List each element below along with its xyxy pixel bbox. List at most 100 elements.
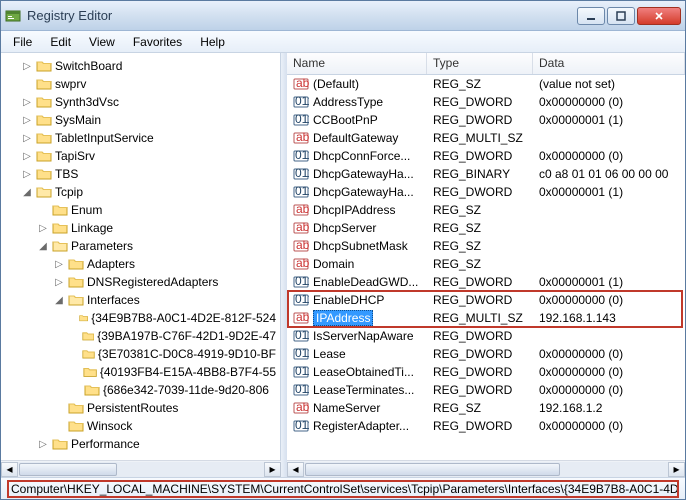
tree-node[interactable]: ◢ Interfaces	[1, 291, 280, 309]
tree-node[interactable]: {3E70381C-D0C8-4919-9D10-BF	[1, 345, 280, 363]
expander-icon[interactable]: ▷	[21, 133, 33, 144]
value-row[interactable]: 011EnableDHCPREG_DWORD0x00000000 (0)	[287, 291, 685, 309]
tree-node[interactable]: ◢ Parameters	[1, 237, 280, 255]
tree-node[interactable]: Enum	[1, 201, 280, 219]
tree-node[interactable]: swprv	[1, 75, 280, 93]
tree-node[interactable]: ▷ Linkage	[1, 219, 280, 237]
value-row[interactable]: 011LeaseObtainedTi...REG_DWORD0x00000000…	[287, 363, 685, 381]
expander-icon[interactable]: ◢	[37, 241, 49, 252]
binary-value-icon: 011	[293, 328, 309, 344]
tree-node[interactable]: ▷ TBS	[1, 165, 280, 183]
scroll-left-button[interactable]: ◂	[287, 462, 304, 477]
tree-panel[interactable]: ▷ SwitchBoard swprv▷ Synth3dVsc▷ SysMain…	[1, 53, 281, 477]
value-row[interactable]: 011LeaseREG_DWORD0x00000000 (0)	[287, 345, 685, 363]
tree-node-label: SysMain	[55, 113, 105, 127]
value-row[interactable]: 011IsServerNapAwareREG_DWORD	[287, 327, 685, 345]
string-value-icon: ab	[293, 220, 309, 236]
scroll-left-button[interactable]: ◂	[1, 462, 18, 477]
value-row[interactable]: abDhcpIPAddressREG_SZ	[287, 201, 685, 219]
tree-node[interactable]: ▷ Performance	[1, 435, 280, 453]
scroll-track[interactable]	[18, 462, 264, 477]
expander-icon[interactable]: ▷	[37, 223, 49, 234]
tree-node-label: Winsock	[87, 419, 136, 433]
tree-node[interactable]: ▷ Adapters	[1, 255, 280, 273]
expander-icon[interactable]: ▷	[53, 259, 65, 270]
tree-node-label: Adapters	[87, 257, 139, 271]
value-row[interactable]: 011EnableDeadGWD...REG_DWORD0x00000001 (…	[287, 273, 685, 291]
value-data: 0x00000000 (0)	[533, 365, 685, 379]
menu-help[interactable]: Help	[192, 33, 233, 51]
expander-icon[interactable]: ◢	[21, 187, 33, 198]
value-name: EnableDeadGWD...	[313, 275, 418, 289]
binary-value-icon: 011	[293, 94, 309, 110]
value-row[interactable]: 011DhcpConnForce...REG_DWORD0x00000000 (…	[287, 147, 685, 165]
folder-icon	[36, 149, 52, 163]
col-name[interactable]: Name	[287, 53, 427, 74]
value-name: Lease	[313, 347, 346, 361]
tree-node-label: DNSRegisteredAdapters	[87, 275, 222, 289]
value-row[interactable]: 011RegisterAdapter...REG_DWORD0x00000000…	[287, 417, 685, 435]
scroll-right-button[interactable]: ▸	[264, 462, 281, 477]
value-name: (Default)	[313, 77, 359, 91]
tree-node[interactable]: ▷ TabletInputService	[1, 129, 280, 147]
tree-node-label: Synth3dVsc	[55, 95, 123, 109]
tree-node[interactable]: {686e342-7039-11de-9d20-806	[1, 381, 280, 399]
expander-icon[interactable]: ▷	[21, 115, 33, 126]
value-row[interactable]: 011DhcpGatewayHa...REG_BINARYc0 a8 01 01…	[287, 165, 685, 183]
binary-value-icon: 011	[293, 274, 309, 290]
tree-node[interactable]: ◢ Tcpip	[1, 183, 280, 201]
close-button[interactable]	[637, 7, 681, 25]
minimize-button[interactable]	[577, 7, 605, 25]
tree-node[interactable]: PersistentRoutes	[1, 399, 280, 417]
tree-node[interactable]: {34E9B7B8-A0C1-4D2E-812F-524	[1, 309, 280, 327]
menu-view[interactable]: View	[81, 33, 123, 51]
maximize-button[interactable]	[607, 7, 635, 25]
menu-favorites[interactable]: Favorites	[125, 33, 190, 51]
folder-icon	[36, 113, 52, 127]
titlebar[interactable]: Registry Editor	[1, 1, 685, 31]
tree-node[interactable]: ▷ DNSRegisteredAdapters	[1, 273, 280, 291]
tree-node[interactable]: ▷ SwitchBoard	[1, 57, 280, 75]
col-data[interactable]: Data	[533, 53, 685, 74]
tree-node[interactable]: ▷ TapiSrv	[1, 147, 280, 165]
tree-node-label: {34E9B7B8-A0C1-4D2E-812F-524	[91, 311, 280, 325]
value-row[interactable]: abDefaultGatewayREG_MULTI_SZ	[287, 129, 685, 147]
expander-icon[interactable]: ▷	[21, 169, 33, 180]
menu-edit[interactable]: Edit	[42, 33, 79, 51]
expander-icon[interactable]: ▷	[21, 97, 33, 108]
scroll-right-button[interactable]: ▸	[668, 462, 685, 477]
value-row[interactable]: abNameServerREG_SZ192.168.1.2	[287, 399, 685, 417]
expander-icon[interactable]: ▷	[53, 277, 65, 288]
scroll-track[interactable]	[304, 462, 668, 477]
tree-node[interactable]: {40193FB4-E15A-4BB8-B7F4-55	[1, 363, 280, 381]
value-data: 0x00000000 (0)	[533, 347, 685, 361]
value-type: REG_DWORD	[427, 347, 533, 361]
expander-icon[interactable]: ▷	[21, 61, 33, 72]
value-row[interactable]: 011LeaseTerminates...REG_DWORD0x00000000…	[287, 381, 685, 399]
value-row[interactable]: abDhcpSubnetMaskREG_SZ	[287, 237, 685, 255]
col-type[interactable]: Type	[427, 53, 533, 74]
value-data: 0x00000000 (0)	[533, 95, 685, 109]
value-row[interactable]: 011AddressTypeREG_DWORD0x00000000 (0)	[287, 93, 685, 111]
value-row[interactable]: abDomainREG_SZ	[287, 255, 685, 273]
tree-node[interactable]: ▷ SysMain	[1, 111, 280, 129]
value-row[interactable]: 011DhcpGatewayHa...REG_DWORD0x00000001 (…	[287, 183, 685, 201]
tree-node-label: SwitchBoard	[55, 59, 126, 73]
value-row[interactable]: abDhcpServerREG_SZ	[287, 219, 685, 237]
binary-value-icon: 011	[293, 184, 309, 200]
tree-hscroll[interactable]: ◂ ▸	[1, 460, 281, 477]
value-type: REG_SZ	[427, 239, 533, 253]
value-row[interactable]: ab(Default)REG_SZ(value not set)	[287, 75, 685, 93]
list-body[interactable]: ab(Default)REG_SZ(value not set)011Addre…	[287, 75, 685, 460]
expander-icon[interactable]: ◢	[53, 295, 65, 306]
list-hscroll[interactable]: ◂ ▸	[287, 460, 685, 477]
tree-node[interactable]: {39BA197B-C76F-42D1-9D2E-47	[1, 327, 280, 345]
tree-node[interactable]: Winsock	[1, 417, 280, 435]
binary-value-icon: 011	[293, 382, 309, 398]
expander-icon[interactable]: ▷	[37, 439, 49, 450]
tree-node[interactable]: ▷ Synth3dVsc	[1, 93, 280, 111]
value-row[interactable]: abIPAddressREG_MULTI_SZ192.168.1.143	[287, 309, 685, 327]
expander-icon[interactable]: ▷	[21, 151, 33, 162]
menu-file[interactable]: File	[5, 33, 40, 51]
value-row[interactable]: 011CCBootPnPREG_DWORD0x00000001 (1)	[287, 111, 685, 129]
